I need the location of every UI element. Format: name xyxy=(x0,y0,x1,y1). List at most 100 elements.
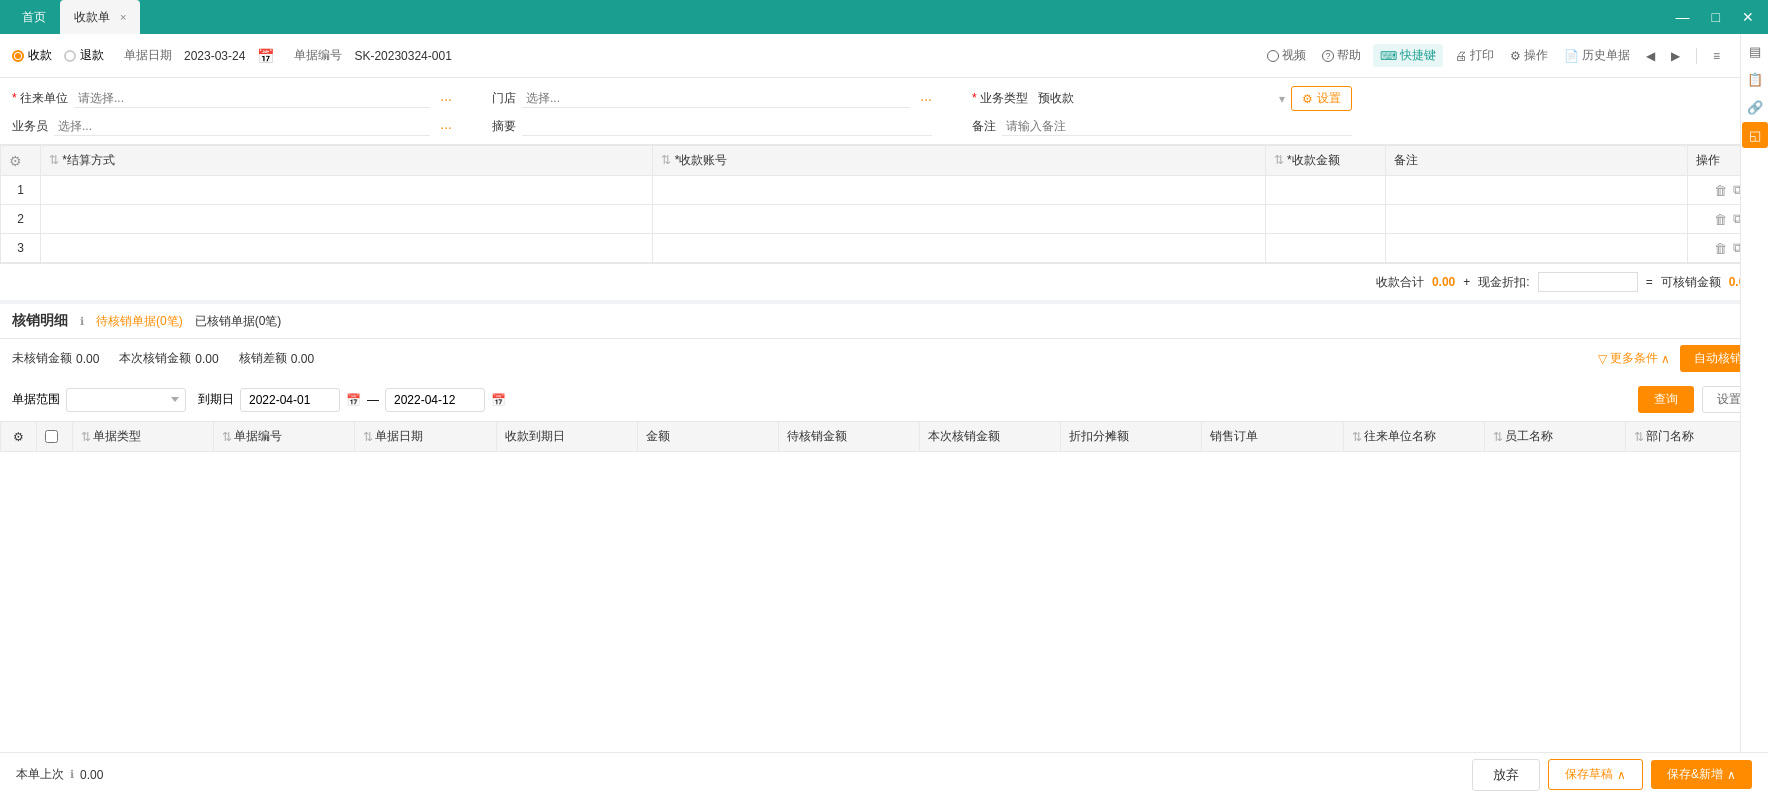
section-header: 核销明细 ℹ 待核销单据(0笔) 已核销单据(0笔) xyxy=(0,304,1768,339)
table-row: 3 🗑 ⧉ xyxy=(1,234,1768,263)
bth-checkbox-col xyxy=(37,422,73,451)
row-remark-1[interactable] xyxy=(1385,176,1687,205)
diff-value: 0.00 xyxy=(291,352,314,366)
business-type-dropdown-icon[interactable]: ▾ xyxy=(1279,92,1285,106)
row-settlement-3[interactable] xyxy=(41,234,653,263)
video-btn[interactable]: 视频 xyxy=(1263,45,1310,66)
help-btn[interactable]: ? 帮助 xyxy=(1318,45,1365,66)
equals-sign: = xyxy=(1646,275,1653,289)
due-date-label: 到期日 xyxy=(198,391,234,408)
help-icon: ? xyxy=(1322,50,1334,62)
radio-dot-shoukuan xyxy=(12,50,24,62)
radio-dot-tuikuan xyxy=(64,50,76,62)
row-remark-2[interactable] xyxy=(1385,205,1687,234)
form-area: * 往来单位 ··· 门店 ··· * 业务类型 预收款 ▾ xyxy=(0,78,1768,145)
bth-number: ⇅ 单据编号 xyxy=(214,422,355,451)
delete-icon-1[interactable]: 🗑 xyxy=(1714,183,1727,198)
sidebar-frame-icon[interactable]: ◱ xyxy=(1742,122,1768,148)
remark-input[interactable] xyxy=(1002,117,1352,136)
window-controls: — □ ✕ xyxy=(1670,7,1760,27)
last-info-icon[interactable]: ℹ xyxy=(70,768,74,781)
tab-active[interactable]: 收款单 × xyxy=(60,0,140,34)
staff-input[interactable] xyxy=(54,117,430,136)
row-amount-1[interactable] xyxy=(1265,176,1385,205)
settings-button[interactable]: ⚙ 设置 xyxy=(1291,86,1352,111)
toolbar: 收款 退款 单据日期 2023-03-24 📅 单据编号 SK-20230324… xyxy=(0,34,1768,78)
store-label: 门店 xyxy=(492,90,516,107)
store-more-icon[interactable]: ··· xyxy=(920,91,932,107)
summary-input[interactable] xyxy=(522,117,932,136)
range-field: 单据范围 xyxy=(12,388,186,412)
maximize-button[interactable]: □ xyxy=(1706,7,1726,27)
row-remark-3[interactable] xyxy=(1385,234,1687,263)
store-input[interactable] xyxy=(522,89,910,108)
store-field: 门店 ··· xyxy=(492,89,932,108)
counterpart-input[interactable] xyxy=(74,89,430,108)
row-settlement-1[interactable] xyxy=(41,176,653,205)
save-new-button[interactable]: 保存&新增 ∧ xyxy=(1651,760,1752,789)
row-settlement-2[interactable] xyxy=(41,205,653,234)
date-end-input[interactable] xyxy=(385,388,485,412)
bth-pending: 待核销金额 xyxy=(779,422,920,451)
cal-start-icon[interactable]: 📅 xyxy=(346,393,361,407)
radio-tuikuan[interactable]: 退款 xyxy=(64,47,104,64)
delete-icon-2[interactable]: 🗑 xyxy=(1714,212,1727,227)
minimize-button[interactable]: — xyxy=(1670,7,1696,27)
shortcut-icon: ⌨ xyxy=(1380,49,1397,63)
nav-left-btn[interactable]: ◀ xyxy=(1642,47,1659,65)
bth-sales-order: 销售订单 xyxy=(1202,422,1343,451)
row-amount-2[interactable] xyxy=(1265,205,1385,234)
print-btn[interactable]: 🖨 打印 xyxy=(1451,45,1498,66)
tab-home[interactable]: 首页 xyxy=(8,0,60,34)
sidebar-list-icon[interactable]: 📋 xyxy=(1742,66,1768,92)
sort-icon-bth1: ⇅ xyxy=(81,430,91,444)
done-tab[interactable]: 已核销单据(0笔) xyxy=(195,313,282,330)
counterpart-more-icon[interactable]: ··· xyxy=(440,91,452,107)
staff-field: 业务员 ··· xyxy=(12,117,452,136)
table-settings-icon[interactable]: ⚙ xyxy=(9,153,22,169)
operate-btn[interactable]: ⚙ 操作 xyxy=(1506,45,1552,66)
nav-right-btn[interactable]: ▶ xyxy=(1667,47,1684,65)
layout-btn[interactable]: ≡ xyxy=(1709,47,1724,65)
remark-field: 备注 xyxy=(972,117,1352,136)
row-account-3[interactable] xyxy=(653,234,1265,263)
tab-active-label: 收款单 xyxy=(74,9,110,26)
shortcut-btn[interactable]: ⌨ 快捷键 xyxy=(1373,44,1443,67)
date-calendar-icon[interactable]: 📅 xyxy=(257,48,274,64)
query-button[interactable]: 查询 xyxy=(1638,386,1694,413)
bth-gear-icon[interactable]: ⚙ xyxy=(13,430,24,444)
delete-icon-3[interactable]: 🗑 xyxy=(1714,241,1727,256)
close-button[interactable]: ✕ xyxy=(1736,7,1760,27)
sidebar-table-icon[interactable]: ▤ xyxy=(1742,38,1768,64)
select-all-checkbox[interactable] xyxy=(45,430,58,443)
sort-icon3: ⇅ xyxy=(1274,153,1284,167)
row-amount-3[interactable] xyxy=(1265,234,1385,263)
gear-icon: ⚙ xyxy=(1302,92,1313,106)
cal-end-icon[interactable]: 📅 xyxy=(491,393,506,407)
form-row-1: * 往来单位 ··· 门店 ··· * 业务类型 预收款 ▾ xyxy=(12,86,1756,111)
discount-input[interactable] xyxy=(1538,272,1638,292)
current-value: 0.00 xyxy=(195,352,218,366)
bth-current: 本次核销金额 xyxy=(920,422,1061,451)
pending-tab[interactable]: 待核销单据(0笔) xyxy=(96,313,183,330)
row-num-3: 3 xyxy=(1,234,41,263)
history-btn[interactable]: 📄 历史单据 xyxy=(1560,45,1634,66)
circle-icon xyxy=(1267,50,1279,62)
staff-more-icon[interactable]: ··· xyxy=(440,119,452,135)
staff-label: 业务员 xyxy=(12,118,48,135)
draft-button[interactable]: 保存草稿 ∧ xyxy=(1548,759,1643,790)
sidebar-link-icon[interactable]: 🔗 xyxy=(1742,94,1768,120)
footer-left: 本单上次 ℹ 0.00 xyxy=(16,766,103,783)
date-start-input[interactable] xyxy=(240,388,340,412)
date-label: 单据日期 xyxy=(124,47,172,64)
radio-shoukuan[interactable]: 收款 xyxy=(12,47,52,64)
section-info-icon[interactable]: ℹ xyxy=(80,315,84,328)
row-account-2[interactable] xyxy=(653,205,1265,234)
abandon-button[interactable]: 放弃 xyxy=(1472,759,1540,791)
range-select[interactable] xyxy=(66,388,186,412)
row-account-1[interactable] xyxy=(653,176,1265,205)
tab-close-icon[interactable]: × xyxy=(120,11,126,23)
more-conditions-btn[interactable]: ▽ 更多条件 ∧ xyxy=(1598,350,1670,367)
sort-icon-bth4: ⇅ xyxy=(1352,430,1362,444)
filter-icon: ▽ xyxy=(1598,352,1607,366)
